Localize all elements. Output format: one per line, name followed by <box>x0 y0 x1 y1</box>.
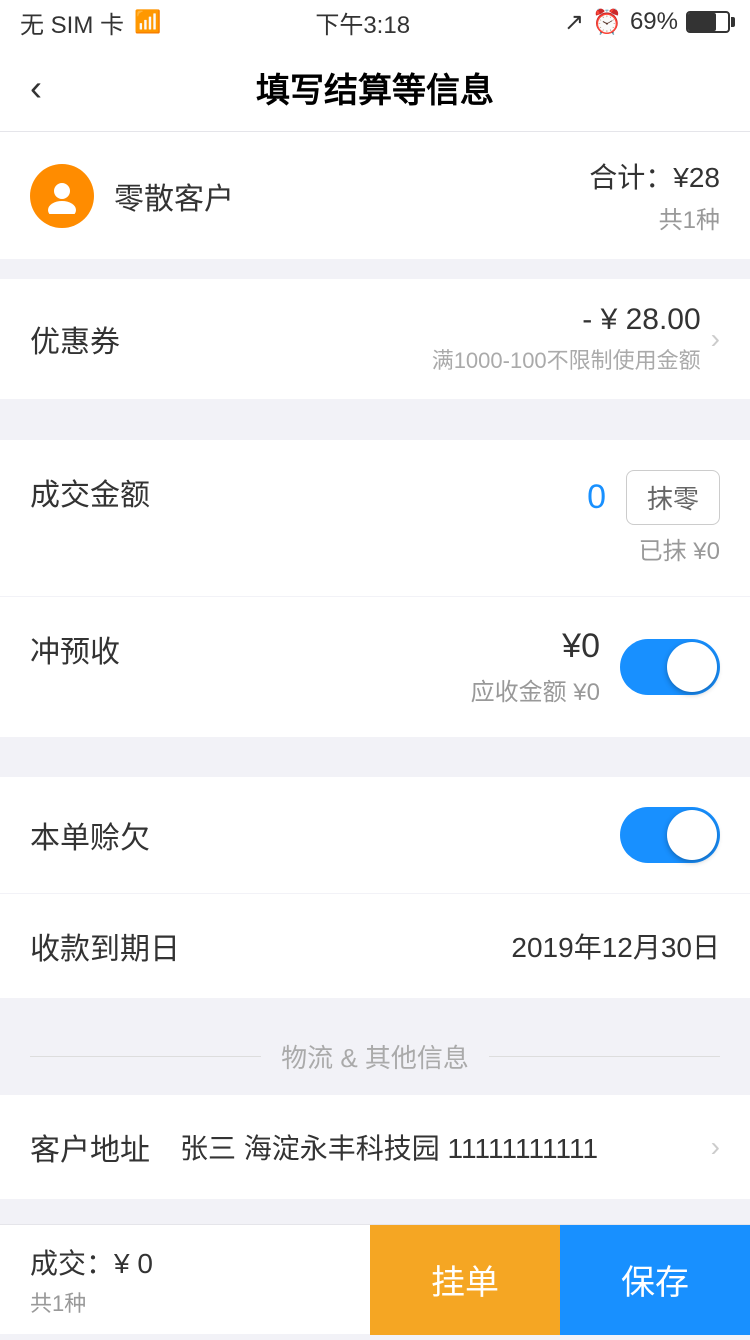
debt-toggle-knob <box>667 810 717 860</box>
customer-row: 零散客户 合计：¥28 共1种 <box>0 132 750 259</box>
bottom-count: 共1种 <box>30 1286 340 1318</box>
bottom-info: 成交：¥ 0 共1种 <box>0 1242 370 1318</box>
address-value: 张三 海淀永丰科技园 11111111111 <box>180 1127 701 1167</box>
save-button[interactable]: 保存 <box>560 1225 750 1335</box>
bottom-deal-value: ¥ 0 <box>114 1248 153 1279</box>
deal-amount-row: 成交金额 0 抹零 已抹 ¥0 <box>0 440 750 596</box>
coupon-desc: 满1000-100不限制使用金额 <box>432 343 701 375</box>
debt-toggle[interactable] <box>620 807 720 863</box>
hold-button-label: 挂单 <box>431 1255 499 1304</box>
coupon-row[interactable]: 优惠券 - ¥ 28.00 满1000-100不限制使用金额 › <box>0 279 750 400</box>
prepaid-toggle[interactable] <box>620 639 720 695</box>
prepaid-right: ¥0 应收金额 ¥0 <box>471 627 600 707</box>
status-right: ↗ ⏰ 69% <box>564 8 730 37</box>
address-chevron-icon: › <box>711 1131 720 1163</box>
roundoff-button[interactable]: 抹零 <box>626 470 720 525</box>
nav-bar: ‹ 填写结算等信息 <box>0 44 750 132</box>
debt-row: 本单赊欠 <box>0 777 750 894</box>
coupon-right: - ¥ 28.00 满1000-100不限制使用金额 <box>432 303 701 375</box>
address-row[interactable]: 客户地址 张三 海淀永丰科技园 11111111111 › <box>0 1095 750 1200</box>
status-bar: 无 SIM 卡 📶 下午3:18 ↗ ⏰ 69% <box>0 0 750 44</box>
avatar <box>30 164 94 228</box>
bottom-bar: 成交：¥ 0 共1种 挂单 保存 <box>0 1224 750 1334</box>
logistics-divider: 物流 & 其他信息 <box>0 1018 750 1095</box>
page-title: 填写结算等信息 <box>256 63 494 112</box>
divider-2 <box>0 757 750 777</box>
coupon-chevron-icon: › <box>711 323 720 355</box>
prepaid-label: 冲预收 <box>30 627 120 671</box>
logistics-label: 物流 & 其他信息 <box>281 1038 469 1075</box>
battery-icon <box>686 11 730 33</box>
deal-amount-label: 成交金额 <box>30 470 150 514</box>
wifi-icon: 📶 <box>134 9 161 35</box>
status-left: 无 SIM 卡 📶 <box>20 5 161 40</box>
deal-amount-section: 成交金额 0 抹零 已抹 ¥0 冲预收 ¥0 应收金额 ¥0 <box>0 440 750 737</box>
battery-text: 69% <box>630 8 678 36</box>
save-button-label: 保存 <box>621 1255 689 1304</box>
address-label: 客户地址 <box>30 1125 150 1169</box>
debt-label: 本单赊欠 <box>30 813 150 857</box>
coupon-amount: - ¥ 28.00 <box>432 303 701 337</box>
divider-1 <box>0 420 750 440</box>
bottom-deal-amount: 成交：¥ 0 <box>30 1242 340 1282</box>
customer-left: 零散客户 <box>30 164 234 228</box>
status-time: 下午3:18 <box>315 5 410 40</box>
alarm-icon: ⏰ <box>592 8 622 37</box>
prepaid-sub: 应收金额 ¥0 <box>471 672 600 707</box>
hold-button[interactable]: 挂单 <box>370 1225 560 1335</box>
bottom-deal-label: 成交： <box>30 1248 114 1279</box>
coupon-label: 优惠券 <box>30 317 120 361</box>
deal-amount-sub: 已抹 ¥0 <box>639 531 720 566</box>
due-date-value: 2019年12月30日 <box>511 926 720 966</box>
total-amount: 合计：¥28 <box>589 156 720 196</box>
prepaid-amount: ¥0 <box>562 627 600 666</box>
back-button[interactable]: ‹ <box>30 67 42 109</box>
customer-right: 合计：¥28 共1种 <box>589 156 720 235</box>
address-section: 客户地址 张三 海淀永丰科技园 11111111111 › <box>0 1095 750 1200</box>
deal-amount-value: 0 <box>587 478 606 517</box>
location-icon: ↗ <box>564 8 584 37</box>
content-area: 零散客户 合计：¥28 共1种 优惠券 - ¥ 28.00 满1000-100不… <box>0 132 750 1340</box>
total-count: 共1种 <box>589 200 720 235</box>
due-date-row: 收款到期日 2019年12月30日 <box>0 894 750 998</box>
debt-section: 本单赊欠 收款到期日 2019年12月30日 <box>0 777 750 998</box>
carrier-text: 无 SIM 卡 <box>20 5 124 40</box>
toggle-knob <box>667 642 717 692</box>
deal-amount-right: 0 抹零 已抹 ¥0 <box>587 470 720 566</box>
customer-name: 零散客户 <box>114 174 234 218</box>
prepaid-row: 冲预收 ¥0 应收金额 ¥0 <box>0 596 750 737</box>
due-date-label: 收款到期日 <box>30 924 180 968</box>
coupon-section: 优惠券 - ¥ 28.00 满1000-100不限制使用金额 › <box>0 279 750 400</box>
